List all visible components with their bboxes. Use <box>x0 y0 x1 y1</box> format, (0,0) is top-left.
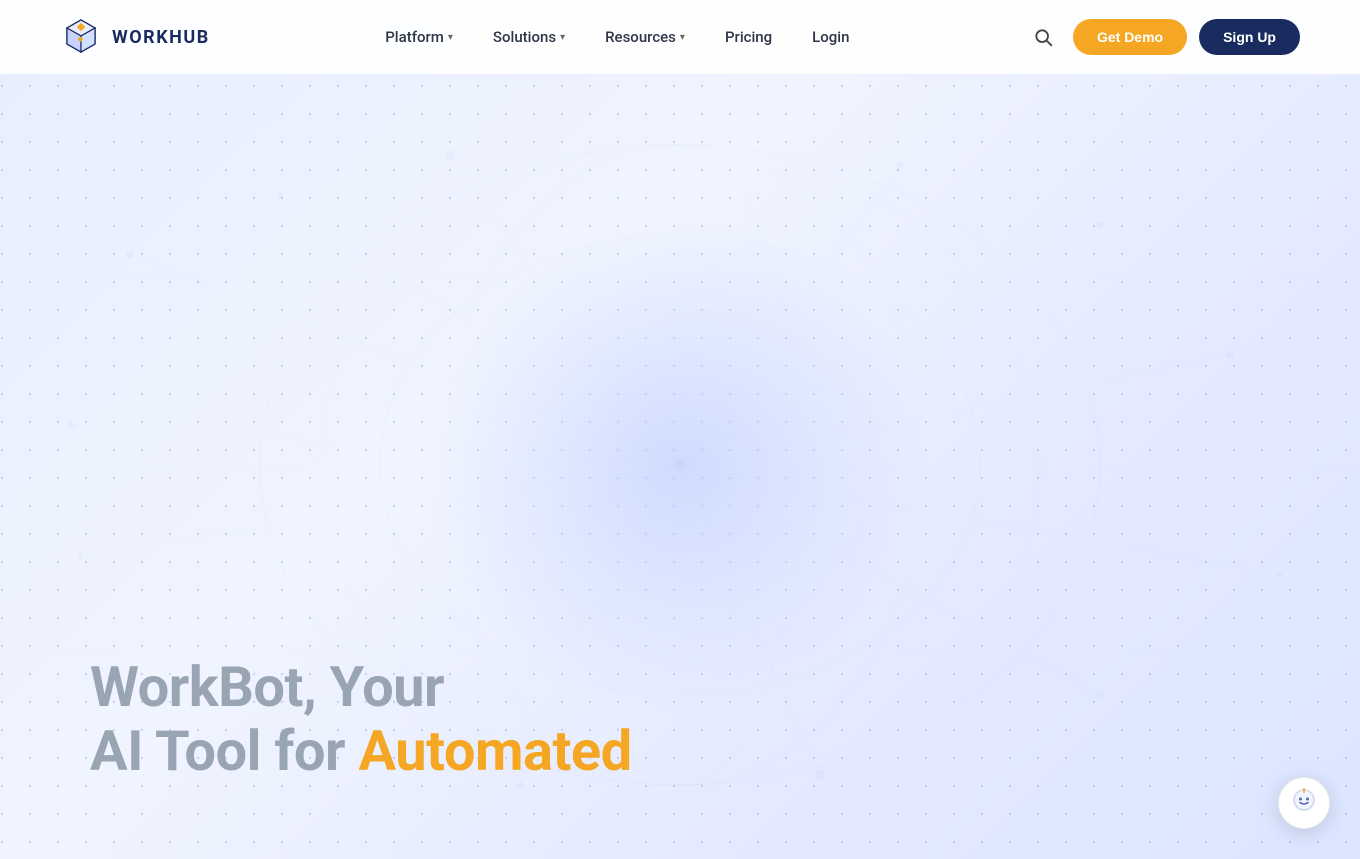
nav-label-pricing: Pricing <box>725 28 772 46</box>
hero-highlight-text: Automated <box>358 718 631 784</box>
logo-container[interactable]: WORKHUB <box>60 16 210 58</box>
hero-content: WorkBot, Your AI Tool for Automated <box>0 75 1360 784</box>
nav-item-pricing[interactable]: Pricing <box>709 20 788 54</box>
navbar-actions: Get Demo Sign Up <box>1025 19 1300 55</box>
nav-item-platform[interactable]: Platform ▾ <box>369 20 469 54</box>
sign-up-button[interactable]: Sign Up <box>1199 19 1300 55</box>
hero-heading-line2: AI Tool for Automated <box>90 719 1270 783</box>
hero-line2-prefix: AI Tool for <box>90 718 358 784</box>
nav-menu: Platform ▾ Solutions ▾ Resources ▾ Prici… <box>369 20 865 54</box>
logo-text: WORKHUB <box>112 27 210 48</box>
search-icon <box>1033 27 1053 47</box>
get-demo-button[interactable]: Get Demo <box>1073 19 1187 55</box>
nav-label-platform: Platform <box>385 28 444 46</box>
search-button[interactable] <box>1025 19 1061 55</box>
logo-icon <box>60 16 102 58</box>
chat-widget-button[interactable] <box>1278 777 1330 829</box>
nav-item-solutions[interactable]: Solutions ▾ <box>477 20 581 54</box>
chat-icon <box>1291 787 1317 819</box>
chevron-down-icon: ▾ <box>560 32 565 43</box>
chevron-down-icon: ▾ <box>680 32 685 43</box>
nav-item-login[interactable]: Login <box>796 20 865 54</box>
nav-label-login: Login <box>812 28 849 46</box>
hero-heading-line1: WorkBot, Your <box>90 655 1270 719</box>
nav-label-solutions: Solutions <box>493 28 556 46</box>
nav-item-resources[interactable]: Resources ▾ <box>589 20 701 54</box>
chat-bubble-icon <box>1291 787 1317 813</box>
nav-label-resources: Resources <box>605 28 676 46</box>
navbar: WORKHUB Platform ▾ Solutions ▾ Resources… <box>0 0 1360 75</box>
chevron-down-icon: ▾ <box>448 32 453 43</box>
